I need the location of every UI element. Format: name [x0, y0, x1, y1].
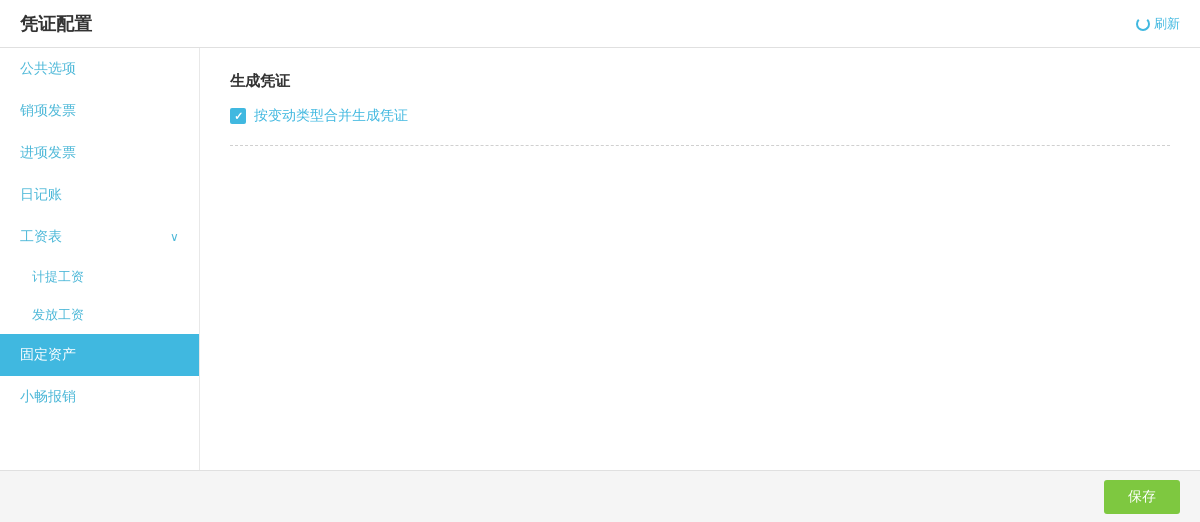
sidebar-item-label: 销项发票 — [20, 102, 76, 120]
sidebar-item-label: 发放工资 — [32, 307, 84, 322]
sidebar-item-public-options[interactable]: 公共选项 — [0, 48, 199, 90]
save-button[interactable]: 保存 — [1104, 480, 1180, 514]
main-content: 生成凭证 ✓ 按变动类型合并生成凭证 — [200, 48, 1200, 470]
sidebar-item-journal[interactable]: 日记账 — [0, 174, 199, 216]
chevron-down-icon: ∨ — [170, 230, 179, 244]
sidebar-item-payroll-pay[interactable]: 发放工资 — [0, 296, 199, 334]
merge-voucher-label: 按变动类型合并生成凭证 — [254, 107, 408, 125]
sidebar-item-label: 日记账 — [20, 186, 62, 204]
sidebar-item-expense[interactable]: 小畅报销 — [0, 376, 199, 418]
section-title: 生成凭证 — [230, 72, 1170, 91]
sidebar-item-label: 进项发票 — [20, 144, 76, 162]
sidebar-item-label: 公共选项 — [20, 60, 76, 78]
checkbox-row[interactable]: ✓ 按变动类型合并生成凭证 — [230, 107, 1170, 125]
sidebar-item-label: 计提工资 — [32, 269, 84, 284]
merge-voucher-checkbox[interactable]: ✓ — [230, 108, 246, 124]
sidebar-item-sales-invoice[interactable]: 销项发票 — [0, 90, 199, 132]
refresh-button[interactable]: 刷新 — [1136, 15, 1180, 33]
sidebar-item-label: 小畅报销 — [20, 388, 76, 406]
refresh-label: 刷新 — [1154, 15, 1180, 33]
content-area: 公共选项 销项发票 进项发票 日记账 工资表 ∨ 计提工资 发放工资 固定资 — [0, 48, 1200, 470]
sidebar-item-label: 工资表 — [20, 228, 62, 246]
sidebar: 公共选项 销项发票 进项发票 日记账 工资表 ∨ 计提工资 发放工资 固定资 — [0, 48, 200, 470]
checkmark-icon: ✓ — [234, 110, 243, 123]
footer: 保存 — [0, 470, 1200, 522]
page-title: 凭证配置 — [20, 12, 92, 36]
sidebar-item-payroll[interactable]: 工资表 ∨ — [0, 216, 199, 258]
sidebar-item-purchase-invoice[interactable]: 进项发票 — [0, 132, 199, 174]
sidebar-item-payroll-calc[interactable]: 计提工资 — [0, 258, 199, 296]
header: 凭证配置 刷新 — [0, 0, 1200, 48]
sidebar-item-label: 固定资产 — [20, 346, 76, 364]
section-divider — [230, 145, 1170, 146]
refresh-icon — [1136, 17, 1150, 31]
sidebar-item-fixed-assets[interactable]: 固定资产 — [0, 334, 199, 376]
